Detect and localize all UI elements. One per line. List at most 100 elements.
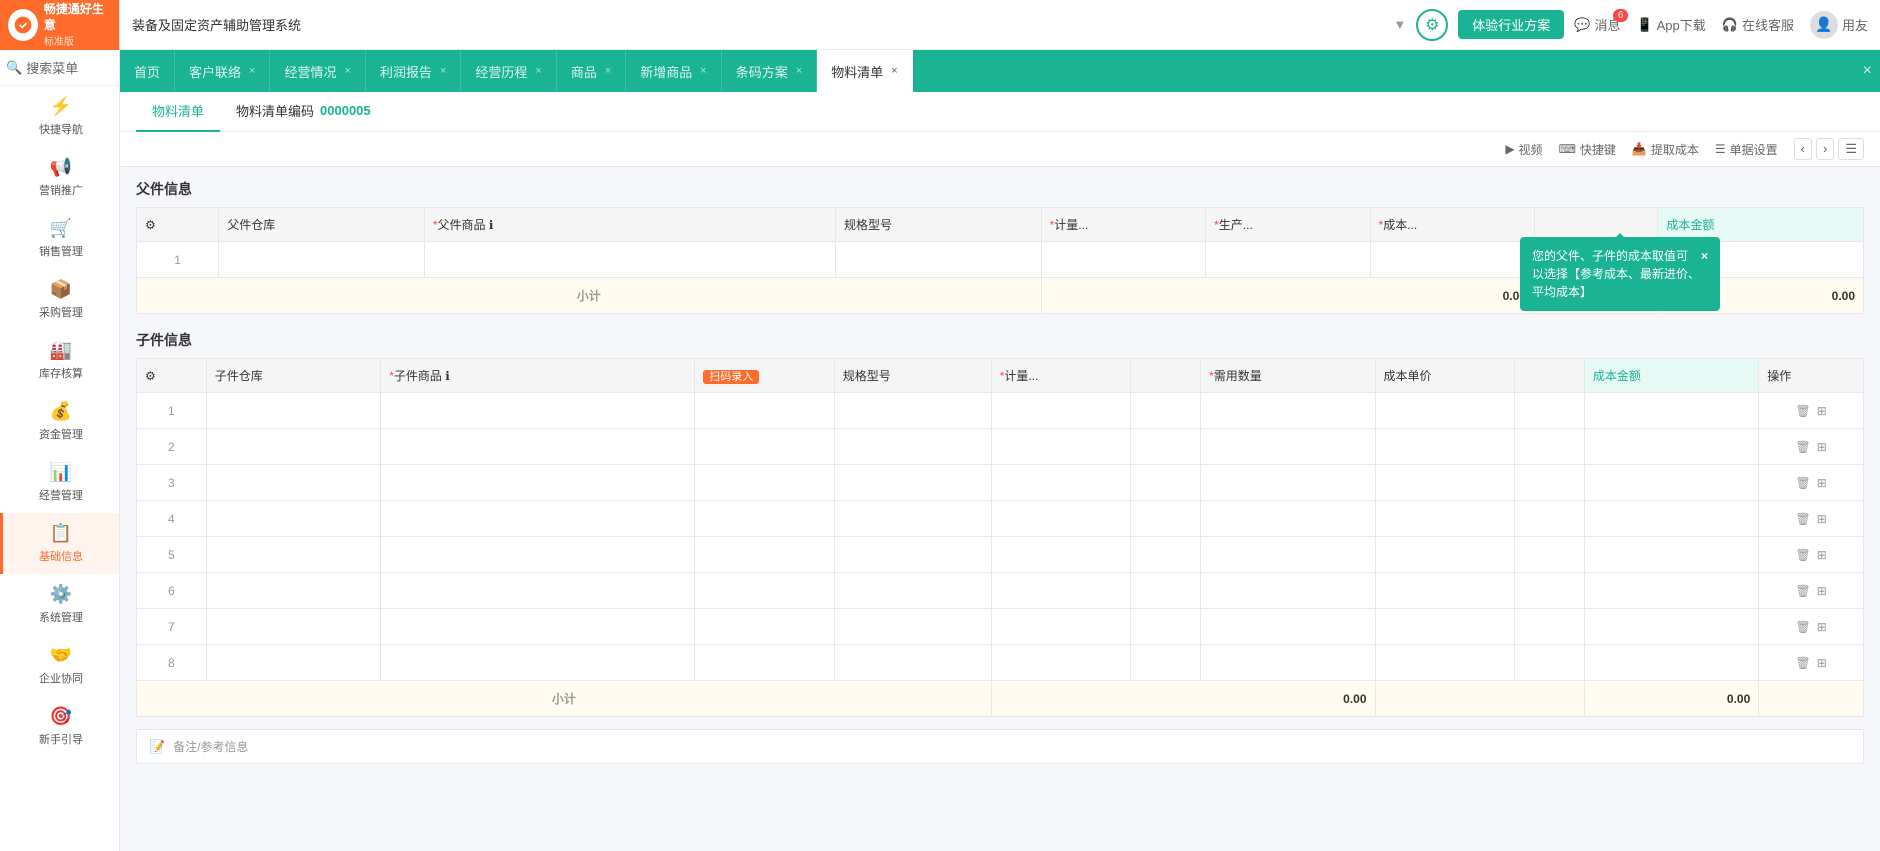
child-goods-cell[interactable] bbox=[381, 573, 695, 609]
delete-icon[interactable]: 🗑 bbox=[1795, 512, 1810, 526]
child-warehouse-cell[interactable] bbox=[206, 429, 380, 465]
row-actions[interactable]: 🗑⊞ bbox=[1767, 656, 1855, 670]
child-spec-cell[interactable] bbox=[834, 501, 991, 537]
parent-goods-cell[interactable] bbox=[424, 242, 835, 278]
tab-close-icon[interactable]: × bbox=[700, 65, 706, 77]
child-unit-cost-cell[interactable] bbox=[1375, 501, 1515, 537]
sidebar-item-quick-nav[interactable]: ⚡ 快捷导航 bbox=[0, 86, 119, 147]
child-unit-cell[interactable] bbox=[991, 393, 1131, 429]
online-service-button[interactable]: 🎧 在线客服 bbox=[1722, 15, 1794, 34]
child-unit-cell[interactable] bbox=[991, 537, 1131, 573]
child-unit-cell[interactable] bbox=[991, 645, 1131, 681]
child-spec-cell[interactable] bbox=[834, 393, 991, 429]
sidebar-item-operation[interactable]: 📊 经营管理 bbox=[0, 452, 119, 513]
delete-icon[interactable]: 🗑 bbox=[1795, 548, 1810, 562]
child-spec-cell[interactable] bbox=[834, 465, 991, 501]
sidebar-item-basic-info[interactable]: 📋 基础信息 bbox=[0, 513, 119, 574]
sidebar-item-guide[interactable]: 🎯 新手引导 bbox=[0, 696, 119, 757]
parent-production-cell[interactable] bbox=[1206, 242, 1370, 278]
row-actions[interactable]: 🗑⊞ bbox=[1767, 548, 1855, 562]
child-spec-cell[interactable] bbox=[834, 609, 991, 645]
user-menu[interactable]: 👤 用友 bbox=[1810, 11, 1868, 39]
tab-barcode[interactable]: 条码方案× bbox=[722, 50, 817, 92]
child-unit-cost-cell[interactable] bbox=[1375, 429, 1515, 465]
tab-close-icon[interactable]: × bbox=[891, 65, 897, 77]
child-qty-cell[interactable] bbox=[1201, 501, 1375, 537]
sidebar-item-marketing[interactable]: 📢 营销推广 bbox=[0, 147, 119, 208]
scan-input-header[interactable]: 扫码录入 bbox=[695, 359, 835, 393]
child-spec-cell[interactable] bbox=[834, 645, 991, 681]
child-spec-cell[interactable] bbox=[834, 537, 991, 573]
search-menu[interactable]: 🔍 搜索菜单 bbox=[0, 50, 119, 86]
parent-unit-cell[interactable] bbox=[1041, 242, 1205, 278]
nav-close-button[interactable]: × bbox=[1863, 62, 1872, 80]
child-unit-cost-cell[interactable] bbox=[1375, 393, 1515, 429]
child-warehouse-cell[interactable] bbox=[206, 573, 380, 609]
delete-icon[interactable]: 🗑 bbox=[1795, 440, 1810, 454]
child-settings-col[interactable]: ⚙ bbox=[137, 359, 207, 393]
shortcut-button[interactable]: ⌨ 快捷键 bbox=[1559, 141, 1616, 158]
child-goods-cell[interactable] bbox=[381, 429, 695, 465]
child-warehouse-cell[interactable] bbox=[206, 501, 380, 537]
copy-icon[interactable]: ⊞ bbox=[1817, 548, 1827, 562]
copy-icon[interactable]: ⊞ bbox=[1817, 404, 1827, 418]
tab-bom[interactable]: 物料清单× bbox=[817, 50, 912, 92]
child-qty-cell[interactable] bbox=[1201, 393, 1375, 429]
tab-add-goods[interactable]: 新增商品× bbox=[626, 50, 721, 92]
child-goods-cell[interactable] bbox=[381, 537, 695, 573]
copy-icon[interactable]: ⊞ bbox=[1817, 512, 1827, 526]
child-qty-cell[interactable] bbox=[1201, 645, 1375, 681]
trial-button[interactable]: 体验行业方案 bbox=[1458, 10, 1564, 39]
parent-warehouse-cell[interactable] bbox=[219, 242, 425, 278]
child-unit-cost-cell[interactable] bbox=[1375, 573, 1515, 609]
child-warehouse-cell[interactable] bbox=[206, 465, 380, 501]
child-unit-cell[interactable] bbox=[991, 501, 1131, 537]
child-unit-cell[interactable] bbox=[991, 429, 1131, 465]
tab-close-icon[interactable]: × bbox=[796, 65, 802, 77]
parent-settings-col[interactable]: ⚙ bbox=[137, 208, 219, 242]
parent-cost-cell[interactable] bbox=[1370, 242, 1534, 278]
tab-history[interactable]: 经营历程× bbox=[461, 50, 556, 92]
copy-icon[interactable]: ⊞ bbox=[1817, 620, 1827, 634]
delete-icon[interactable]: 🗑 bbox=[1795, 404, 1810, 418]
tab-close-icon[interactable]: × bbox=[535, 65, 541, 77]
delete-icon[interactable]: 🗑 bbox=[1795, 476, 1810, 490]
child-goods-cell[interactable] bbox=[381, 501, 695, 537]
child-unit-cell[interactable] bbox=[991, 609, 1131, 645]
child-warehouse-cell[interactable] bbox=[206, 645, 380, 681]
child-goods-cell[interactable] bbox=[381, 645, 695, 681]
child-unit-cell[interactable] bbox=[991, 573, 1131, 609]
child-spec-cell[interactable] bbox=[834, 429, 991, 465]
tab-close-icon[interactable]: × bbox=[344, 65, 350, 77]
row-actions[interactable]: 🗑⊞ bbox=[1767, 476, 1855, 490]
prev-button[interactable]: ‹ bbox=[1794, 138, 1812, 160]
row-actions[interactable]: 🗑⊞ bbox=[1767, 512, 1855, 526]
tab-home[interactable]: 首页 bbox=[120, 50, 175, 92]
tab-operation[interactable]: 经营情况× bbox=[270, 50, 365, 92]
tab-close-icon[interactable]: × bbox=[440, 65, 446, 77]
app-download-button[interactable]: 📱 App下载 bbox=[1636, 15, 1705, 34]
child-unit-cost-cell[interactable] bbox=[1375, 609, 1515, 645]
single-settings-button[interactable]: ☰ 单据设置 bbox=[1715, 141, 1778, 158]
next-button[interactable]: › bbox=[1816, 138, 1834, 160]
child-goods-cell[interactable] bbox=[381, 393, 695, 429]
child-unit-cost-cell[interactable] bbox=[1375, 645, 1515, 681]
parent-spec-cell[interactable] bbox=[836, 242, 1042, 278]
child-goods-cell[interactable] bbox=[381, 465, 695, 501]
row-actions[interactable]: 🗑⊞ bbox=[1767, 404, 1855, 418]
row-actions[interactable]: 🗑⊞ bbox=[1767, 620, 1855, 634]
sidebar-item-enterprise[interactable]: 🤝 企业协同 bbox=[0, 635, 119, 696]
tab-profit[interactable]: 利润报告× bbox=[366, 50, 461, 92]
copy-icon[interactable]: ⊞ bbox=[1817, 476, 1827, 490]
child-qty-cell[interactable] bbox=[1201, 609, 1375, 645]
child-unit-cost-cell[interactable] bbox=[1375, 465, 1515, 501]
child-qty-cell[interactable] bbox=[1201, 537, 1375, 573]
tab-close-icon[interactable]: × bbox=[249, 65, 255, 77]
list-view-button[interactable]: ☰ bbox=[1838, 138, 1864, 160]
sidebar-item-system[interactable]: ⚙️ 系统管理 bbox=[0, 574, 119, 635]
sidebar-item-inventory[interactable]: 🏭 库存核算 bbox=[0, 330, 119, 391]
sub-tab-bom-code[interactable]: 物料清单编码 0000005 bbox=[220, 92, 387, 132]
delete-icon[interactable]: 🗑 bbox=[1795, 584, 1810, 598]
tab-close-icon[interactable]: × bbox=[605, 65, 611, 77]
delete-icon[interactable]: 🗑 bbox=[1795, 656, 1810, 670]
